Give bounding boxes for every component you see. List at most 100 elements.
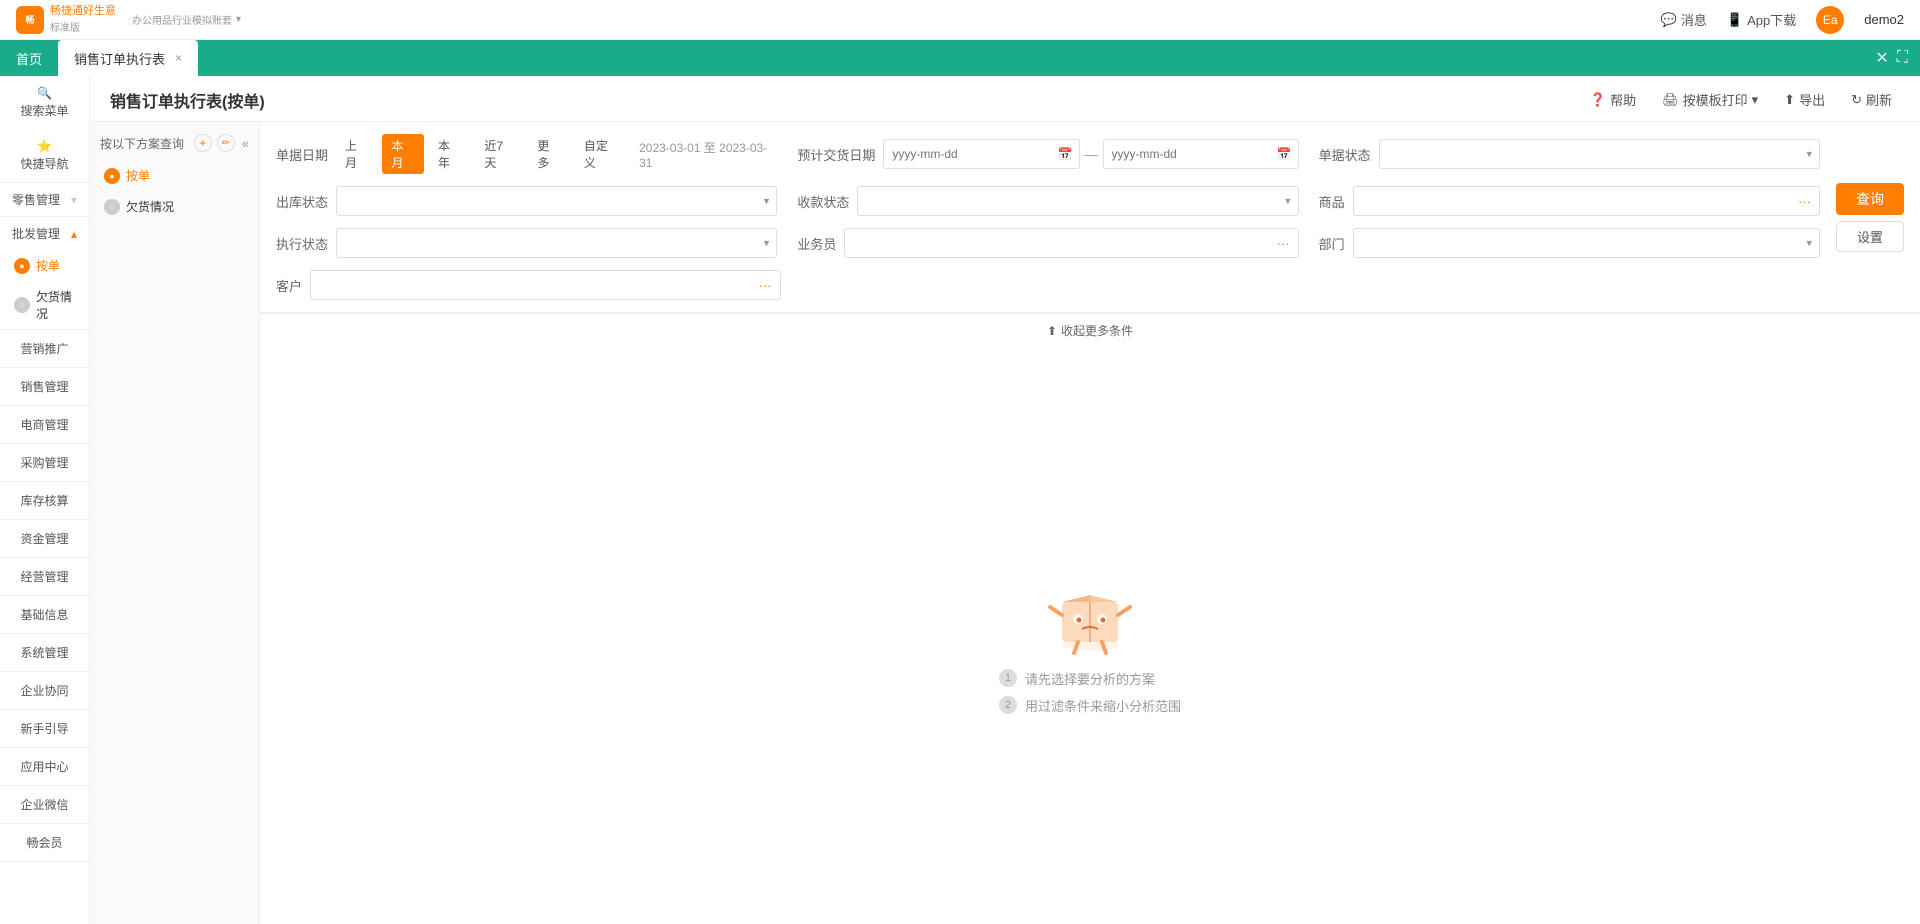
- exec-status-label: 执行状态: [276, 234, 328, 253]
- tab-close-all-icon[interactable]: ✕: [1875, 48, 1888, 68]
- date-range-text: 2023-03-01 至 2023-03-31: [639, 139, 777, 170]
- app-icon: 📱: [1727, 12, 1743, 28]
- date-tag-custom[interactable]: 自定义: [575, 134, 628, 174]
- setting-btn[interactable]: 设置: [1836, 221, 1904, 252]
- sidebar-sub-debt-label: 欠货情况: [36, 288, 75, 322]
- wholesale-arrow: ▴: [71, 227, 77, 241]
- filter-plan-order[interactable]: ● 按单: [90, 160, 259, 191]
- exec-status-wrap: 全部 ▾: [336, 228, 777, 258]
- sidebar-item-wechat[interactable]: 企业微信: [0, 786, 89, 823]
- hint-text-1: 请先选择要分析的方案: [1025, 669, 1155, 688]
- logo-icon: 畅: [16, 6, 44, 34]
- add-plan-btn[interactable]: +: [194, 134, 212, 152]
- exec-status-select[interactable]: 全部: [336, 228, 777, 258]
- sidebar-item-finance[interactable]: 资金管理: [0, 520, 89, 557]
- filter-cell-out-status: 出库状态 全部 未出库 部分出库 已出库 ▾: [276, 186, 777, 216]
- collapse-sidebar-btn[interactable]: «: [242, 136, 249, 151]
- company-name: 办公用品行业模拟账套: [132, 12, 232, 27]
- expected-date-label: 预计交货日期: [797, 145, 875, 164]
- date-tag-this-month[interactable]: 本月: [382, 134, 423, 174]
- filter-cell-status: 单据状态 全部 待审核 已审核 已关闭 ▾: [1319, 139, 1820, 169]
- sidebar-item-retail[interactable]: 零售管理 ▾: [0, 183, 89, 216]
- collapse-bar[interactable]: ⬆ 收起更多条件: [260, 313, 1920, 347]
- filter-cell-exec-status: 执行状态 全部 ▾: [276, 228, 777, 258]
- sidebar-section-system: 系统管理: [0, 634, 89, 672]
- status-select[interactable]: 全部 待审核 已审核 已关闭: [1379, 139, 1820, 169]
- hint-num-2: 2: [999, 696, 1017, 714]
- sidebar-item-sales[interactable]: 销售管理: [0, 368, 89, 405]
- sidebar-item-wholesale[interactable]: 批发管理 ▴: [0, 217, 89, 250]
- sidebar-apps-label: 应用中心: [20, 758, 68, 775]
- filter-content-panel: 按以下方案查询 + ✏ « ● 按单 ○ 欠货情况: [90, 122, 1920, 924]
- sidebar-sub-order[interactable]: ● 按单: [0, 250, 89, 281]
- app-action[interactable]: 📱 App下载: [1727, 10, 1796, 29]
- out-status-select[interactable]: 全部 未出库 部分出库 已出库: [336, 186, 777, 216]
- sidebar-section-top: 🔍 搜索菜单 ⭐ 快捷导航: [0, 76, 89, 183]
- sidebar-section-marketing: 营销推广: [0, 330, 89, 368]
- refresh-btn[interactable]: ↻ 刷新: [1843, 86, 1900, 113]
- recv-status-select[interactable]: 全部 未收款 部分收款 已收款: [857, 186, 1298, 216]
- dept-select[interactable]: 全部: [1353, 228, 1820, 258]
- sidebar: 🔍 搜索菜单 ⭐ 快捷导航 零售管理 ▾ 批发管理 ▴ ● 按单: [0, 76, 90, 924]
- dept-wrap: 全部 ▾: [1353, 228, 1820, 258]
- filter-sidebar-actions: + ✏ «: [194, 134, 249, 152]
- date-tag-more[interactable]: 更多: [528, 134, 569, 174]
- sidebar-item-guide[interactable]: 新手引导: [0, 710, 89, 747]
- sidebar-item-ecommerce[interactable]: 电商管理: [0, 406, 89, 443]
- user-avatar: Ea: [1816, 6, 1844, 34]
- out-status-label: 出库状态: [276, 192, 328, 211]
- sidebar-search-label: 搜索菜单: [20, 102, 68, 119]
- filter-form: 单据日期 上月 本月 本年 近7天 更多 自定义 2023-03-01 至 20…: [260, 122, 1920, 313]
- filter-cell-customer: 客户 ···: [276, 270, 781, 300]
- expected-date-start[interactable]: [883, 139, 1079, 169]
- template-print-btn[interactable]: 🖨 按模板打印 ▾: [1654, 86, 1766, 113]
- sidebar-item-system[interactable]: 系统管理: [0, 634, 89, 671]
- filter-sidebar-header: 按以下方案查询 + ✏ «: [90, 132, 259, 160]
- tab-restore-icon[interactable]: ⛶: [1897, 49, 1908, 67]
- date-tag-last7days[interactable]: 近7天: [475, 134, 523, 174]
- customer-input[interactable]: ···: [310, 270, 781, 300]
- hint-text-2: 用过滤条件来缩小分析范围: [1025, 696, 1181, 715]
- filter-plan-debt[interactable]: ○ 欠货情况: [90, 191, 259, 222]
- top-bar: 畅 畅捷通好生意 标准版 办公用品行业模拟账套 ▾ 💬 消息 📱 App下载 E…: [0, 0, 1920, 40]
- filter-row-4: 客户 ···: [276, 270, 1820, 300]
- sidebar-item-marketing[interactable]: 营销推广: [0, 330, 89, 367]
- sidebar-item-basic[interactable]: 基础信息: [0, 596, 89, 633]
- status-select-wrap: 全部 待审核 已审核 已关闭 ▾: [1379, 139, 1820, 169]
- expected-date-range: 📅 — 📅: [883, 139, 1298, 169]
- query-btn[interactable]: 查询: [1836, 183, 1904, 215]
- sidebar-section-purchase: 采购管理: [0, 444, 89, 482]
- sidebar-item-quicknav[interactable]: ⭐ 快捷导航: [0, 129, 89, 182]
- user-name[interactable]: demo2: [1864, 12, 1904, 27]
- refresh-label: 刷新: [1866, 90, 1892, 109]
- expected-date-end[interactable]: [1103, 139, 1299, 169]
- message-action[interactable]: 💬 消息: [1661, 10, 1707, 29]
- sidebar-item-operations[interactable]: 经营管理: [0, 558, 89, 595]
- sidebar-item-vip[interactable]: 畅会员: [0, 824, 89, 861]
- top-bar-right: 💬 消息 📱 App下载 Ea demo2: [1661, 6, 1904, 34]
- sidebar-item-purchase[interactable]: 采购管理: [0, 444, 89, 481]
- sidebar-sub-debt[interactable]: ○ 欠货情况: [0, 281, 89, 329]
- date-tags: 上月 本月 本年 近7天 更多 自定义 2023-03-01 至 2023-03…: [336, 134, 777, 174]
- sidebar-section-apps: 应用中心: [0, 748, 89, 786]
- sidebar-item-collab[interactable]: 企业协同: [0, 672, 89, 709]
- date-tag-this-year[interactable]: 本年: [429, 134, 470, 174]
- sidebar-item-inventory[interactable]: 库存核算: [0, 482, 89, 519]
- customer-label: 客户: [276, 276, 302, 295]
- export-btn[interactable]: ⬆ 导出: [1776, 86, 1833, 113]
- sidebar-ecommerce-label: 电商管理: [20, 416, 68, 433]
- help-label: 帮助: [1610, 90, 1636, 109]
- sidebar-item-apps[interactable]: 应用中心: [0, 748, 89, 785]
- tab-home[interactable]: 首页: [0, 40, 58, 76]
- company-select[interactable]: 办公用品行业模拟账套 ▾: [124, 12, 249, 27]
- date-tag-last-month[interactable]: 上月: [336, 134, 377, 174]
- salesperson-input[interactable]: ···: [844, 228, 1298, 258]
- tab-close-icon[interactable]: ×: [175, 52, 182, 64]
- tab-sales-exec[interactable]: 销售订单执行表 ×: [58, 40, 198, 76]
- edit-plan-btn[interactable]: ✏: [217, 134, 235, 152]
- goods-label: 商品: [1319, 192, 1345, 211]
- sidebar-item-search[interactable]: 🔍 搜索菜单: [0, 76, 89, 129]
- goods-input[interactable]: ···: [1353, 186, 1820, 216]
- help-btn[interactable]: ❓ 帮助: [1582, 86, 1644, 113]
- filter-row-3: 执行状态 全部 ▾ 业务员: [276, 228, 1820, 258]
